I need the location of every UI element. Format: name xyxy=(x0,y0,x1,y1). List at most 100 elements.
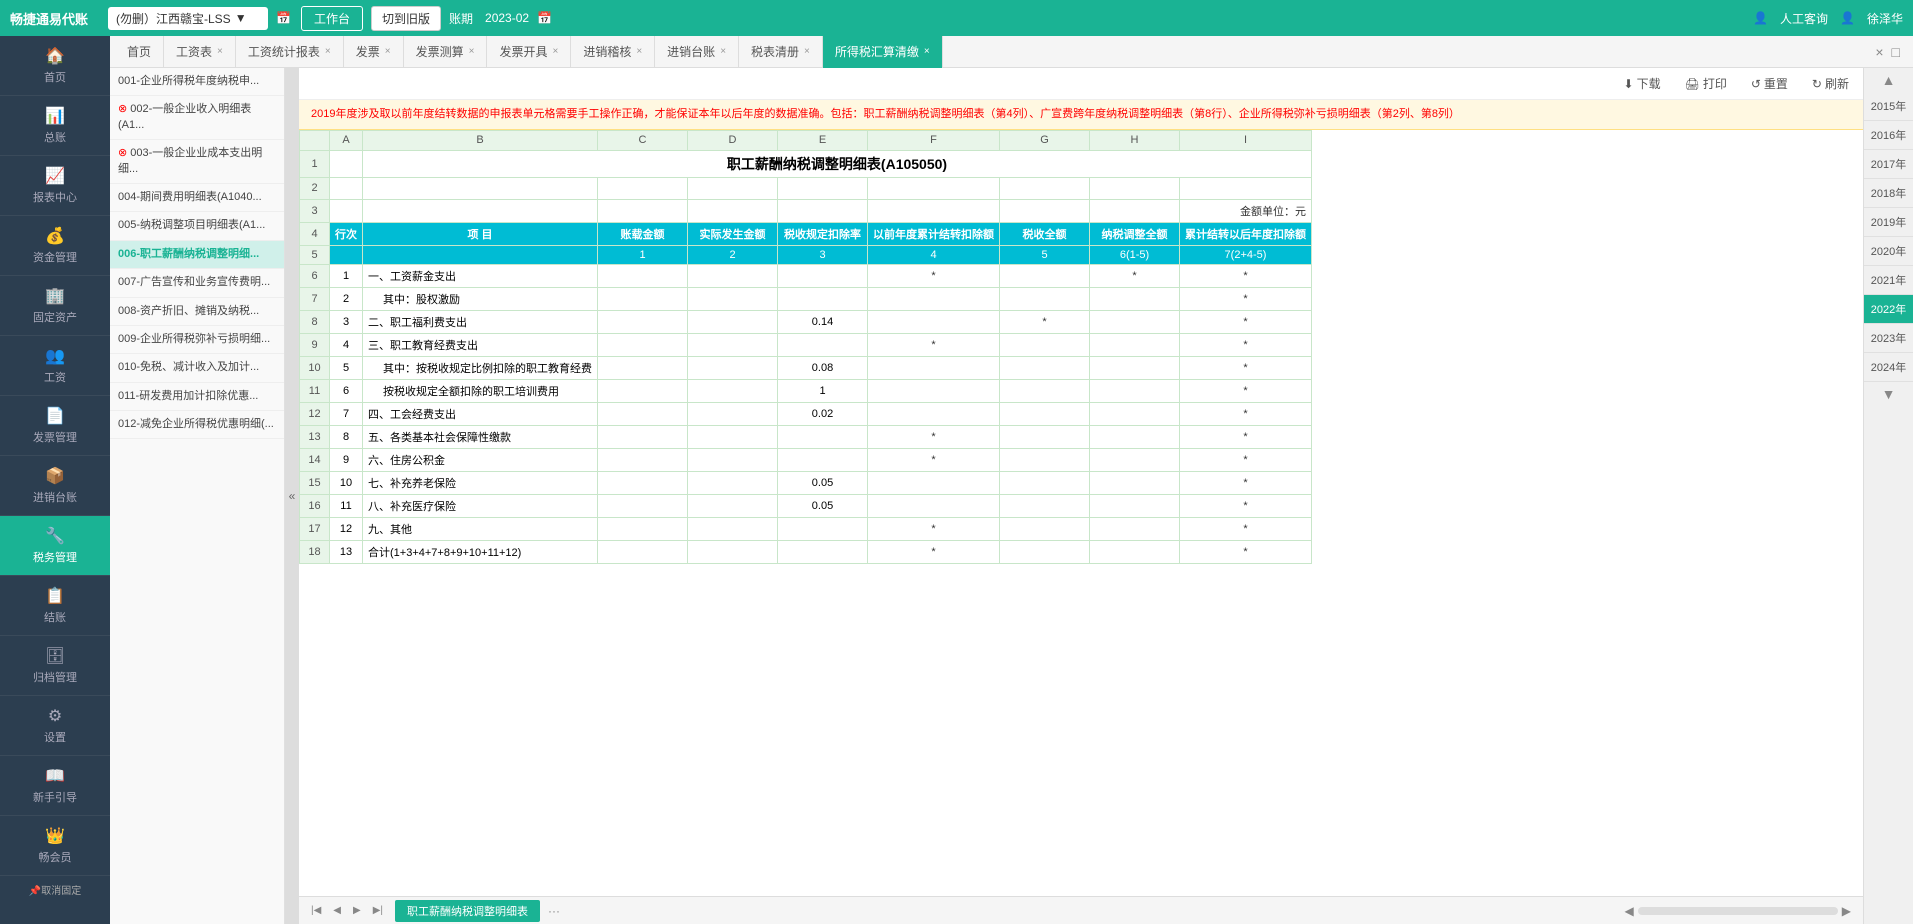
tab-salary-report[interactable]: 工资统计报表 × xyxy=(236,36,344,68)
cell-e3[interactable] xyxy=(778,199,868,222)
cell-a2[interactable] xyxy=(330,177,363,199)
cell-c2[interactable] xyxy=(598,177,688,199)
cell-f2[interactable] xyxy=(868,177,1000,199)
left-panel-item-003[interactable]: ⊗003-一般企业业成本支出明细... xyxy=(110,140,284,184)
tab-close-invoice[interactable]: × xyxy=(385,46,391,57)
left-panel-item-006[interactable]: 006-职工薪酬纳税调整明细... xyxy=(110,241,284,269)
maximize-icon[interactable]: □ xyxy=(1892,44,1900,60)
cell-a3[interactable] xyxy=(330,199,363,222)
cell-g3[interactable] xyxy=(1000,199,1090,222)
sidebar-item-ledger[interactable]: 📊 总账 xyxy=(0,96,110,156)
close-all-icon[interactable]: × xyxy=(1875,44,1883,60)
tab-close-invoice-open[interactable]: × xyxy=(552,46,558,57)
scroll-bar[interactable] xyxy=(1638,907,1838,915)
left-panel-item-002[interactable]: ⊗002-一般企业收入明细表(A1... xyxy=(110,96,284,140)
year-item-2023[interactable]: 2023年 xyxy=(1864,324,1913,353)
sidebar-item-tax[interactable]: 🔧 税务管理 xyxy=(0,516,110,576)
tab-close-salary[interactable]: × xyxy=(217,46,223,57)
left-panel-item-007[interactable]: 007-广告宣传和业务宣传费明... xyxy=(110,269,284,297)
tab-close-invoice-calc[interactable]: × xyxy=(469,46,475,57)
sidebar-item-funds[interactable]: 💰 资金管理 xyxy=(0,216,110,276)
cell-d3[interactable] xyxy=(688,199,778,222)
left-panel-item-011[interactable]: 011-研发费用加计扣除优惠... xyxy=(110,383,284,411)
print-button[interactable]: 🖨 打印 xyxy=(1679,72,1733,95)
cell-h2[interactable] xyxy=(1090,177,1180,199)
sheet-more-button[interactable]: ··· xyxy=(548,904,560,918)
tab-tax-list[interactable]: 税表清册 × xyxy=(739,36,823,68)
sidebar-item-member[interactable]: 👑 畅会员 xyxy=(0,816,110,876)
cell-b3[interactable] xyxy=(363,199,598,222)
sheet-nav-next[interactable]: ▶ xyxy=(349,903,365,918)
cell-c3[interactable] xyxy=(598,199,688,222)
sheet-tab[interactable]: 职工薪酬纳税调整明细表 xyxy=(395,900,540,922)
year-item-2017[interactable]: 2017年 xyxy=(1864,150,1913,179)
tab-close-income-tax[interactable]: × xyxy=(924,46,930,57)
company-selector[interactable]: (勿删）江西赣宝-LSS ▼ xyxy=(108,7,268,30)
year-nav-up[interactable]: ▲ xyxy=(1864,68,1913,92)
period-calendar-icon[interactable]: 📅 xyxy=(537,11,552,25)
sidebar-item-assets[interactable]: 🏢 固定资产 xyxy=(0,276,110,336)
sidebar-item-invoice[interactable]: 📄 发票管理 xyxy=(0,396,110,456)
refresh-button[interactable]: ↻ 刷新 xyxy=(1806,72,1855,95)
cell-a1[interactable] xyxy=(330,150,363,177)
tab-salary[interactable]: 工资表 × xyxy=(164,36,236,68)
user-name[interactable]: 徐泽华 xyxy=(1867,10,1903,27)
workspace-button[interactable]: 工作台 xyxy=(301,6,363,31)
cell-h3[interactable] xyxy=(1090,199,1180,222)
year-item-2018[interactable]: 2018年 xyxy=(1864,179,1913,208)
tab-home[interactable]: 首页 xyxy=(115,36,164,68)
scroll-right-icon[interactable]: ▶ xyxy=(1838,904,1855,918)
tab-close-salary-report[interactable]: × xyxy=(325,46,331,57)
sheet-nav-last[interactable]: ▶| xyxy=(369,903,387,918)
year-nav-down[interactable]: ▼ xyxy=(1864,382,1913,406)
sheet-nav-first[interactable]: |◀ xyxy=(307,903,325,918)
old-version-button[interactable]: 切到旧版 xyxy=(371,6,441,31)
tab-purchase-check[interactable]: 进销稽核 × xyxy=(571,36,655,68)
left-panel-item-012[interactable]: 012-减免企业所得税优惠明细(... xyxy=(110,411,284,439)
sidebar-item-home[interactable]: 🏠 首页 xyxy=(0,36,110,96)
sidebar-item-guide[interactable]: 📖 新手引导 xyxy=(0,756,110,816)
year-item-2022[interactable]: 2022年 xyxy=(1864,295,1913,324)
left-panel-item-009[interactable]: 009-企业所得税弥补亏损明细... xyxy=(110,326,284,354)
tab-invoice-open[interactable]: 发票开具 × xyxy=(487,36,571,68)
left-panel-item-005[interactable]: 005-纳税调整项目明细表(A1... xyxy=(110,212,284,240)
tab-income-tax[interactable]: 所得税汇算清缴 × xyxy=(823,36,943,68)
tab-close-purchase-check[interactable]: × xyxy=(636,46,642,57)
left-panel-item-010[interactable]: 010-免税、减计收入及加计... xyxy=(110,354,284,382)
reset-button[interactable]: ↺ 重置 xyxy=(1745,72,1794,95)
support-label[interactable]: 人工客询 xyxy=(1780,10,1828,27)
tab-invoice[interactable]: 发票 × xyxy=(344,36,404,68)
tab-invoice-calc[interactable]: 发票测算 × xyxy=(404,36,488,68)
year-item-2016[interactable]: 2016年 xyxy=(1864,121,1913,150)
spreadsheet-wrapper[interactable]: A B C D E F G H I xyxy=(299,130,1863,897)
year-item-2020[interactable]: 2020年 xyxy=(1864,237,1913,266)
year-item-2024[interactable]: 2024年 xyxy=(1864,353,1913,382)
cell-f3[interactable] xyxy=(868,199,1000,222)
sidebar-item-close[interactable]: 📋 结账 xyxy=(0,576,110,636)
cell-i2[interactable] xyxy=(1180,177,1312,199)
left-panel-item-008[interactable]: 008-资产折旧、摊销及纳税... xyxy=(110,298,284,326)
sidebar-item-salary[interactable]: 👥 工资 xyxy=(0,336,110,396)
sidebar-item-purchase-sales[interactable]: 📦 进销台账 xyxy=(0,456,110,516)
tab-close-tax-list[interactable]: × xyxy=(804,46,810,57)
calendar-icon[interactable]: 📅 xyxy=(276,11,291,25)
sidebar-item-reports[interactable]: 📈 报表中心 xyxy=(0,156,110,216)
collapse-button[interactable]: « xyxy=(285,68,299,924)
tab-purchase-ledger[interactable]: 进销台账 × xyxy=(655,36,739,68)
sidebar-item-settings[interactable]: ⚙ 设置 xyxy=(0,696,110,756)
year-item-2015[interactable]: 2015年 xyxy=(1864,92,1913,121)
sidebar-item-archive[interactable]: 🗄 归档管理 xyxy=(0,636,110,696)
left-panel-item-001[interactable]: 001-企业所得税年度纳税申... xyxy=(110,68,284,96)
scroll-left-icon[interactable]: ◀ xyxy=(1621,904,1638,918)
left-panel-item-004[interactable]: 004-期间费用明细表(A1040... xyxy=(110,184,284,212)
cell-g2[interactable] xyxy=(1000,177,1090,199)
year-item-2021[interactable]: 2021年 xyxy=(1864,266,1913,295)
download-button[interactable]: ⬇ 下载 xyxy=(1618,72,1667,95)
tab-close-purchase-ledger[interactable]: × xyxy=(720,46,726,57)
year-item-2019[interactable]: 2019年 xyxy=(1864,208,1913,237)
cancel-pin-button[interactable]: 📌取消固定 xyxy=(0,876,110,903)
cell-d2[interactable] xyxy=(688,177,778,199)
company-dropdown-icon[interactable]: ▼ xyxy=(235,11,247,25)
cell-b2[interactable] xyxy=(363,177,598,199)
sheet-nav-prev[interactable]: ◀ xyxy=(329,903,345,918)
